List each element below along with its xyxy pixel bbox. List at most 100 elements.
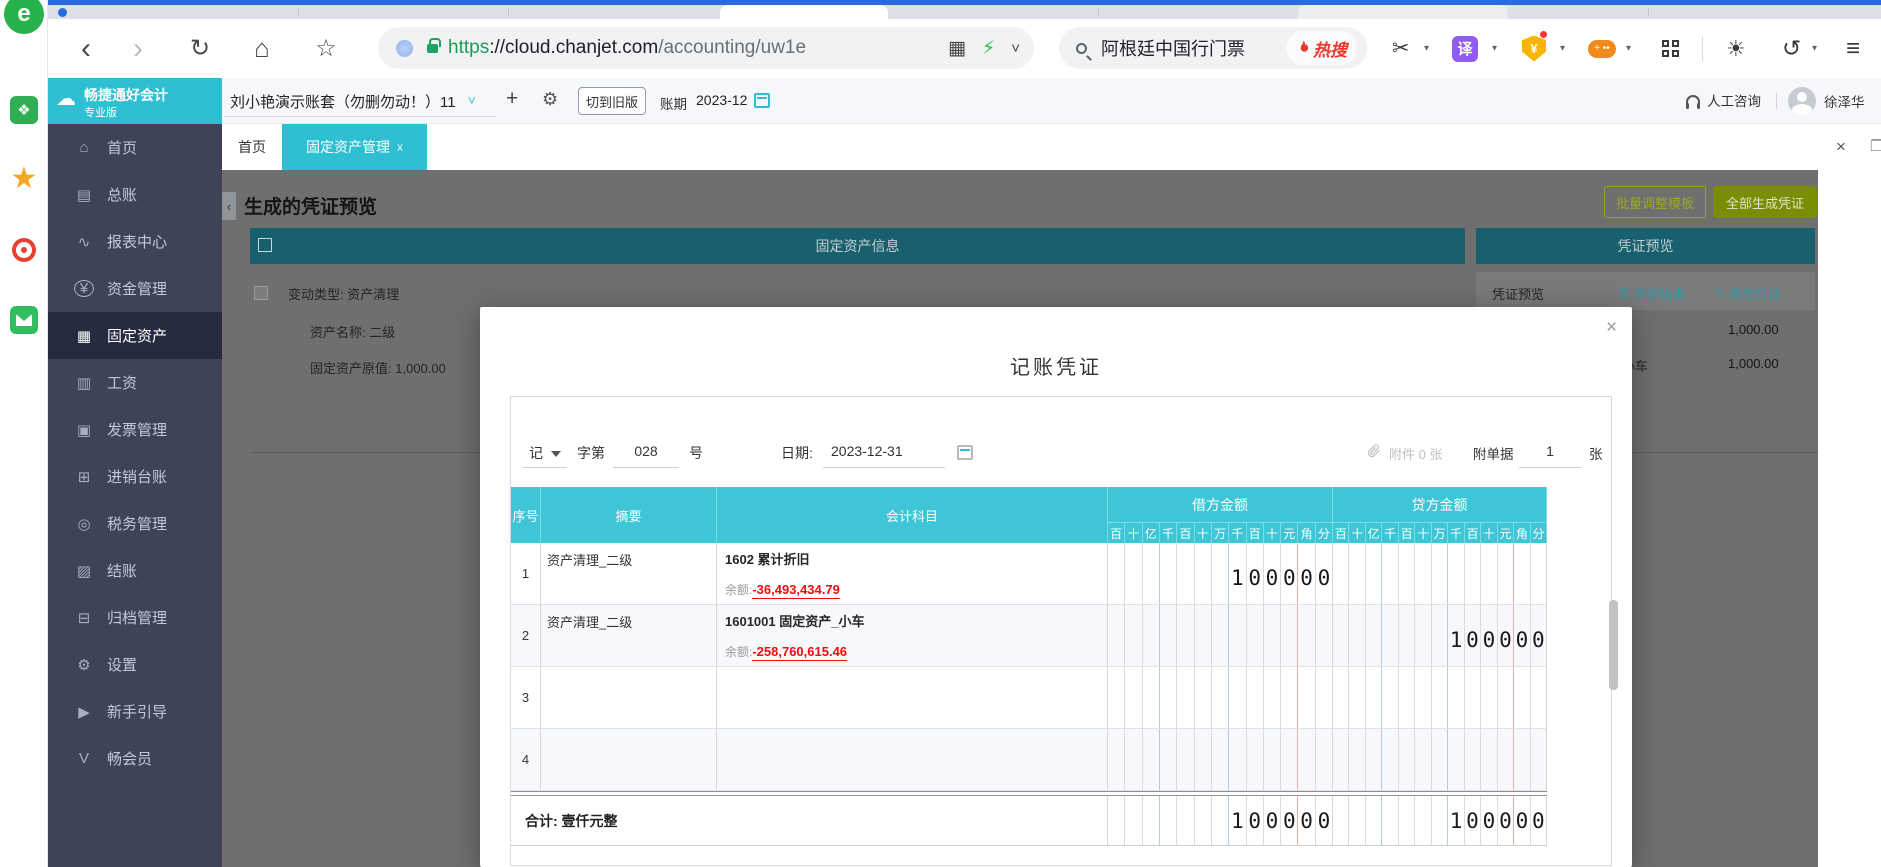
add-account-set-icon[interactable]: + [506,87,518,111]
active-browser-tab[interactable] [720,5,888,19]
translate-icon[interactable]: 译 [1452,19,1478,78]
row-account[interactable] [717,729,1108,790]
voucher-row-2[interactable]: 2 资产清理_二级 1601001 固定资产_小车 余额:-258,760,615.4… [511,605,1548,667]
tab-close-icon[interactable]: x [397,140,403,154]
menu-icon[interactable]: ≡ [1846,19,1860,78]
generate-all-vouchers-button[interactable]: 全部生成凭证 [1713,186,1817,218]
switch-old-version-button[interactable]: 切到旧版 [578,87,646,115]
sidebar-item-closing[interactable]: ▨ 结账 [48,547,222,594]
games-caret-icon[interactable]: ▾ [1626,19,1631,78]
row-summary[interactable] [541,729,717,790]
panel-close-icon[interactable]: × [1836,137,1846,157]
word-dropdown-icon[interactable] [551,451,561,457]
user-avatar[interactable] [1788,87,1816,115]
flash-icon[interactable]: ⚡ [982,37,995,60]
url-dropdown-icon[interactable]: ˅ [1011,40,1020,57]
url-text[interactable]: https://cloud.chanjet.com/accounting/uw1… [448,37,806,59]
sidebar-item-payroll[interactable]: ▥ 工资 [48,359,222,406]
sidebar-item-beginner-guide[interactable]: ▶ 新手引导 [48,688,222,735]
batch-adjust-template-button[interactable]: 批量调整模板 [1604,186,1706,218]
receipts-count-input[interactable]: 1 [1519,443,1581,459]
edit-voucher-link[interactable]: ✎ 修改凭证 [1714,284,1781,303]
total-digit-grid[interactable]: 100000 [1108,796,1334,845]
sidebar-item-purchase-sales-ledger[interactable]: ⊞ 进销台账 [48,453,222,500]
url-bar[interactable]: https://cloud.chanjet.com/accounting/uw1… [378,27,1034,69]
voucher-row-4[interactable]: 4 [511,729,1548,791]
bookmark-star-icon[interactable]: ☆ [312,19,340,78]
search-query[interactable]: 阿根廷中国行门票 [1101,35,1245,61]
tab-fixed-assets[interactable]: 固定资产管理 x [282,124,427,170]
account-chevron-icon[interactable]: ˅ [468,93,476,108]
home-icon[interactable]: ⌂ [248,19,276,78]
digit-grid[interactable] [1108,729,1334,790]
date-calendar-icon[interactable] [957,445,973,460]
sidebar-item-invoice-management[interactable]: ▣ 发票管理 [48,406,222,453]
sidebar-item-fixed-assets[interactable]: ▦ 固定资产 [48,312,222,359]
digit-grid[interactable] [1333,729,1548,790]
date-input[interactable]: 2023-12-31 [831,443,903,459]
reload-icon[interactable]: ↻ [186,19,214,78]
digit-grid[interactable] [1108,605,1334,666]
weibo-icon[interactable] [10,236,38,264]
period-value[interactable]: 2023-12 [696,92,747,108]
select-all-checkbox[interactable] [258,238,272,252]
digit-grid[interactable]: 100000 [1108,543,1334,604]
voucher-word-selector[interactable]: 记 [529,443,543,463]
forward-icon[interactable]: › [124,19,152,78]
account-set-selector[interactable]: 刘小艳演示账套（勿删勿动！）11 [230,91,456,112]
theme-sun-icon[interactable]: ☀ [1726,19,1746,78]
digit-grid[interactable] [1333,543,1548,604]
row-summary[interactable] [541,667,717,728]
browser-logo-icon[interactable]: e [4,0,44,34]
site-extension-icon[interactable] [396,39,413,57]
translate-caret-icon[interactable]: ▾ [1492,19,1497,78]
undo-caret-icon[interactable]: ▾ [1812,19,1817,78]
collapse-handle[interactable]: ‹ [222,192,236,220]
sidebar-item-archive-management[interactable]: ⊟ 归档管理 [48,594,222,641]
tab-home[interactable]: 首页 [238,124,266,170]
sidebar-item-general-ledger[interactable]: ▤ 总账 [48,171,222,218]
search-box[interactable]: 阿根廷中国行门票 热搜 [1059,27,1367,69]
undo-history-icon[interactable]: ↺ [1782,19,1801,78]
row-checkbox[interactable] [254,286,268,300]
modal-close-icon[interactable]: × [1606,317,1617,339]
modal-scrollbar-thumb[interactable] [1609,600,1618,690]
browser-tab[interactable] [1298,5,1508,19]
sidebar-item-tax-management[interactable]: ◎ 税务管理 [48,500,222,547]
voucher-row-1[interactable]: 1 资产清理_二级 1602 累计折旧 余额:-36,493,434.79 1 0 0 0 0 0 [511,543,1548,605]
row-account[interactable]: 1602 累计折旧 余额:-36,493,434.79 [717,543,1108,604]
screenshot-scissors-icon[interactable]: ✂ [1392,19,1410,78]
row-summary[interactable]: 资产清理_二级 [541,543,717,604]
sidebar-item-home[interactable]: ⌂ 首页 [48,124,222,171]
shield-caret-icon[interactable]: ▾ [1560,19,1565,78]
row-account[interactable]: 1601001 固定资产_小车 余额:-258,760,615.46 [717,605,1108,666]
games-icon[interactable]: + •• [1588,19,1616,78]
favorites-star-icon[interactable]: ★ [10,162,38,195]
user-menu[interactable]: 徐泽华 [1788,87,1865,115]
voucher-row-3[interactable]: 3 [511,667,1548,729]
voucher-number-input[interactable]: 028 [623,443,669,459]
row-account[interactable] [717,667,1108,728]
mail-icon[interactable] [10,306,38,334]
sidebar-item-settings[interactable]: ⚙ 设置 [48,641,222,688]
scissors-caret-icon[interactable]: ▾ [1424,19,1429,78]
qr-code-icon[interactable]: ▦ [948,37,966,60]
apps-grid-icon[interactable] [1662,19,1680,78]
account-settings-gear-icon[interactable]: ⚙ [542,89,558,110]
digit-grid[interactable] [1108,667,1334,728]
support-link[interactable]: 人工咨询 [1686,90,1761,110]
dock-app-icon[interactable]: ❖ [10,96,38,124]
digit-grid[interactable]: 100000 [1333,605,1548,666]
sidebar-item-funds-management[interactable]: ¥ 资金管理 [48,265,222,312]
total-digit-grid[interactable]: 100000 [1333,796,1548,845]
back-icon[interactable]: ‹ [72,19,100,78]
sidebar-item-member[interactable]: V 畅会员 [48,735,222,782]
choose-template-link[interactable]: ☰ 选择模板 [1618,284,1686,303]
hot-search-badge[interactable]: 热搜 [1286,31,1357,65]
attachment-info[interactable]: 附件 0 张 [1389,444,1443,463]
row-summary[interactable]: 资产清理_二级 [541,605,717,666]
sidebar-item-report-center[interactable]: ∿ 报表中心 [48,218,222,265]
browser-tab-strip[interactable] [48,5,1881,19]
digit-grid[interactable] [1333,667,1548,728]
fullscreen-icon[interactable]: ❐ [1870,137,1881,155]
